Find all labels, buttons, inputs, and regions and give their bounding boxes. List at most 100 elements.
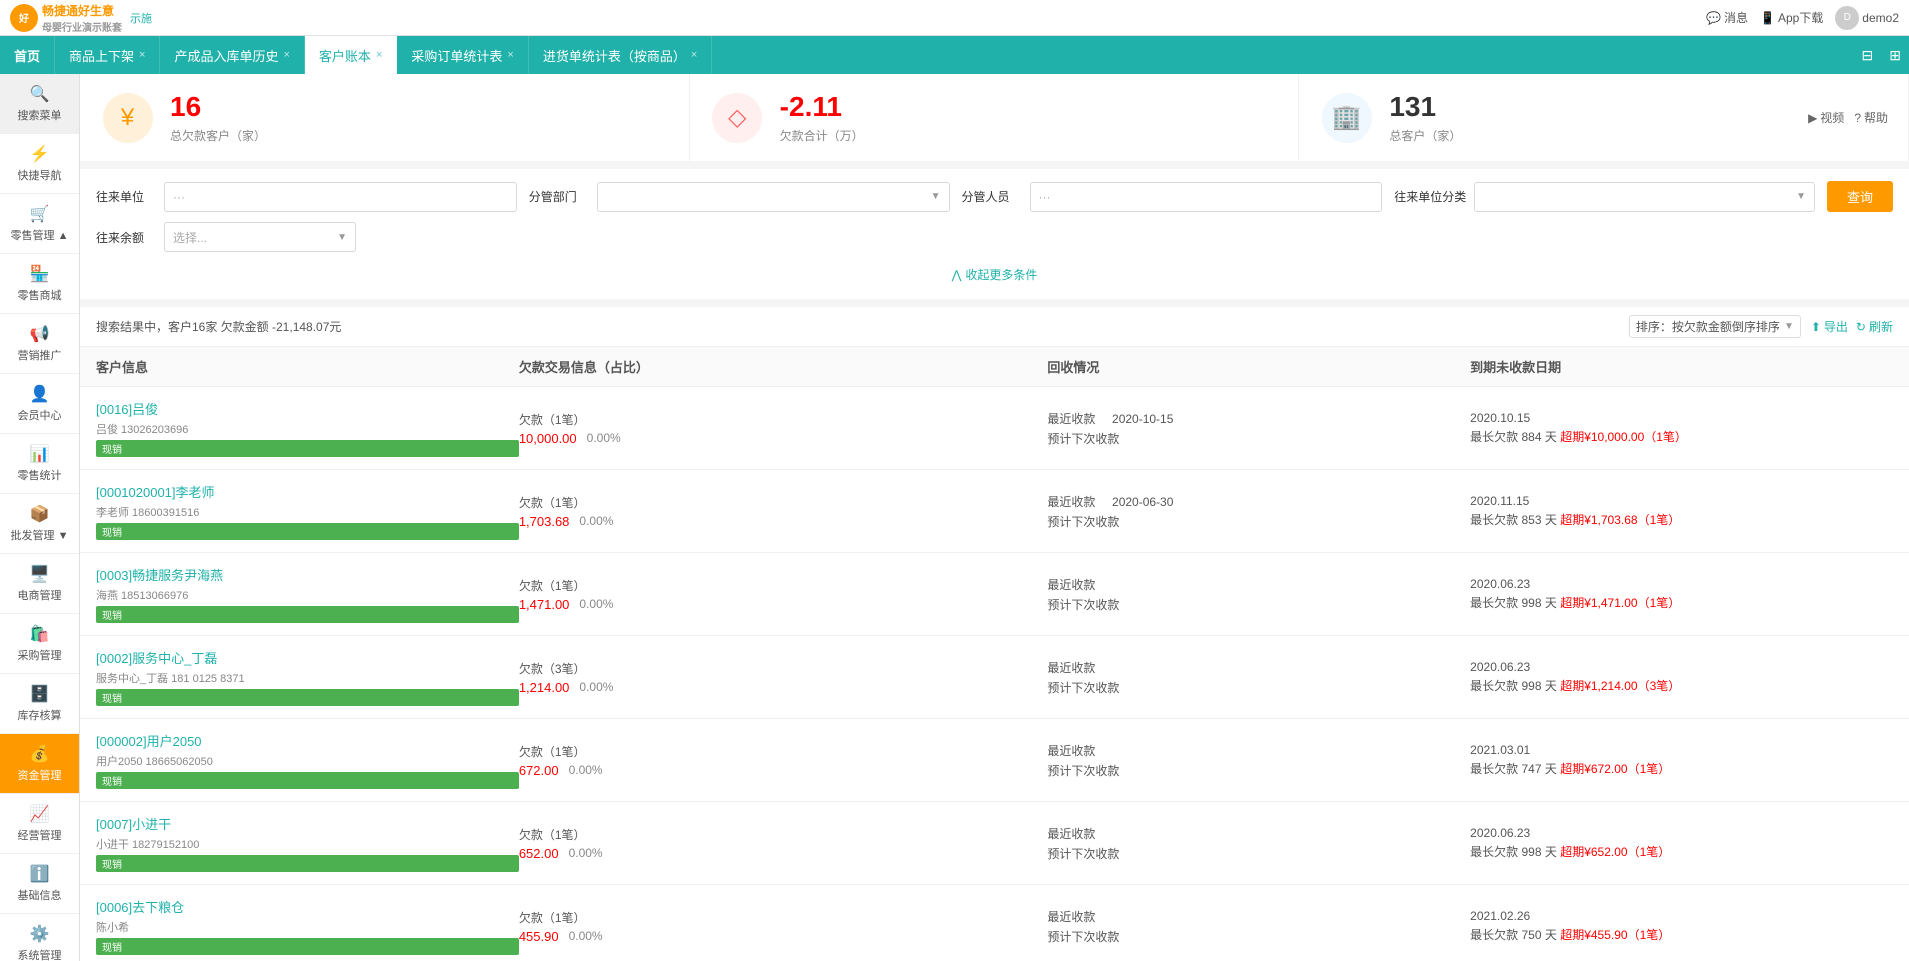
debt-percent-1: 0.00% [587,431,621,445]
overdue-days-1: 最长欠款 884 天 超期¥10,000.00（1笔） [1470,428,1893,445]
sidebar-search-label: 搜索菜单 [18,107,62,123]
sidebar-item-ecommerce[interactable]: 🖥️ 电商管理 [0,554,79,614]
message-btn[interactable]: 💬 消息 [1706,9,1748,26]
table-row: [0003]畅捷服务尹海燕 海燕 18513066976 现销 欠款（1笔） 1… [80,553,1909,636]
customer-name-5[interactable]: [000002]用户2050 [96,731,519,750]
table-row: [0006]去下粮仓 陈小希 现销 欠款（1笔） 455.90 0.00% 最近… [80,885,1909,961]
overdue-link-2[interactable]: 超期¥1,703.68（1笔） [1560,513,1680,527]
app-title: 畅捷通好生意 [42,2,122,19]
customer-name-7[interactable]: [0006]去下粮仓 [96,897,519,916]
export-btn[interactable]: ⬆ 导出 [1811,318,1848,335]
stat-label-debt: 欠款合计（万） [780,127,864,144]
person-input[interactable]: ··· [1030,182,1383,212]
sort-select[interactable]: 排序：按欠款金额倒序排序 ▼ [1629,315,1801,338]
sidebar-item-batch-mgmt[interactable]: 📦 批发管理 ▼ [0,494,79,554]
sidebar-item-inventory[interactable]: 🗄️ 库存核算 [0,674,79,734]
customer-tag-6: 现销 [96,855,519,872]
overdue-info-1: 2020.10.15 最长欠款 884 天 超期¥10,000.00（1笔） [1470,411,1893,445]
query-button[interactable]: 查询 [1827,181,1893,212]
debt-count-5: 欠款（1笔） [519,743,1048,760]
help-btn[interactable]: ? 帮助 [1854,109,1888,126]
tabs-expand-icon[interactable]: ⊞ [1881,47,1909,64]
next-collect-6: 预计下次收款 [1047,845,1470,862]
customer-name-6[interactable]: [0007]小进干 [96,814,519,833]
close-icon[interactable]: × [691,49,697,61]
overdue-link-5[interactable]: 超期¥672.00（1笔） [1560,762,1670,776]
message-icon: 💬 [1706,11,1721,25]
tab-purchase-orders[interactable]: 采购订单统计表 × [397,36,528,74]
recovery-info-4: 最近收款 预计下次收款 [1047,659,1470,696]
sidebar-item-ops-mgmt[interactable]: 📈 经营管理 [0,794,79,854]
tab-customer-account[interactable]: 客户账本 × [305,36,397,74]
results-bar: 搜索结果中，客户16家 欠款金额 -21,148.07元 排序：按欠款金额倒序排… [80,307,1909,347]
filter-balance-label: 往来余额 [96,229,156,246]
video-btn[interactable]: ▶ 视频 [1808,109,1844,126]
next-collect-5: 预计下次收款 [1047,762,1470,779]
filter-area: 往来单位 ··· 分管部门 ▼ 分管人员 ··· [80,169,1909,299]
sidebar-item-retail-mgmt[interactable]: 🛒 零售管理 ▲ [0,194,79,254]
stat-card-debt: ◇ -2.11 欠款合计（万） [690,74,1300,161]
col-due-date: 到期未收款日期 [1470,357,1893,376]
sidebar-item-purchase-mgmt[interactable]: 🛍️ 采购管理 [0,614,79,674]
overdue-link-6[interactable]: 超期¥652.00（1笔） [1560,845,1670,859]
user-avatar[interactable]: D demo2 [1835,6,1899,30]
dept-select[interactable]: ▼ [597,182,950,212]
balance-select[interactable]: 选择... ▼ [164,222,356,252]
debt-percent-5: 0.00% [569,763,603,777]
tab-actions: ⊟ ⊞ [1854,36,1909,74]
close-icon[interactable]: × [376,49,382,61]
stat-value-debt: -2.11 [780,91,864,123]
sidebar-item-finance[interactable]: 💰 资金管理 [0,734,79,794]
overdue-date-2: 2020.11.15 [1470,494,1893,508]
tab-product-history[interactable]: 产成品入库单历史 × [160,36,304,74]
sidebar-item-retail-mall[interactable]: 🏪 零售商城 [0,254,79,314]
chevron-down-icon: ▼ [337,232,347,243]
unit-category-select[interactable]: ▼ [1474,182,1815,212]
sidebar-item-quick-nav[interactable]: ⚡ 快捷导航 [0,134,79,194]
stat-content-3: 131 总客户（家） [1389,91,1461,144]
sidebar-toggle[interactable]: 示施 [130,10,152,26]
overdue-link-7[interactable]: 超期¥455.90（1笔） [1560,928,1670,942]
customer-phone-5: 用户2050 18665062050 [96,753,519,769]
debt-count-4: 欠款（3笔） [519,660,1048,677]
table-row: [000002]用户2050 用户2050 18665062050 现销 欠款（… [80,719,1909,802]
stat-card-total: 🏢 131 总客户（家） ▶ 视频 ? 帮助 [1299,74,1909,161]
customer-name-3[interactable]: [0003]畅捷服务尹海燕 [96,565,519,584]
refresh-btn[interactable]: ↻ 刷新 [1856,318,1893,335]
overdue-link-4[interactable]: 超期¥1,214.00（3笔） [1560,679,1680,693]
sidebar-item-search-menu[interactable]: 🔍 搜索菜单 [0,74,79,134]
sidebar-item-retail-stats[interactable]: 📊 零售统计 [0,434,79,494]
sidebar-item-marketing[interactable]: 📢 营销推广 [0,314,79,374]
close-icon[interactable]: × [139,49,145,61]
tab-home[interactable]: 首页 [0,36,55,74]
video-icon: ▶ [1808,111,1817,125]
overdue-link-3[interactable]: 超期¥1,471.00（1笔） [1560,596,1680,610]
system-mgmt-icon: ⚙️ [30,924,50,944]
customer-name-1[interactable]: [0016]吕俊 [96,399,519,418]
diamond-icon: ◇ [712,93,762,143]
tab-products-offline[interactable]: 商品上下架 × [55,36,160,74]
customer-info-5: [000002]用户2050 用户2050 18665062050 现销 [96,731,519,789]
customer-name-4[interactable]: [0002]服务中心_丁磊 [96,648,519,667]
sidebar-item-system-mgmt[interactable]: ⚙️ 系统管理 [0,914,79,961]
close-icon[interactable]: × [507,49,513,61]
customer-name-2[interactable]: [0001020001]李老师 [96,482,519,501]
top-bar-left: 好 畅捷通好生意 母婴行业演示账套 示施 [10,2,152,34]
app-download-btn[interactable]: 📱 App下载 [1760,9,1823,26]
overdue-days-7: 最长欠款 750 天 超期¥455.90（1笔） [1470,926,1893,943]
action-buttons: ⬆ 导出 ↻ 刷新 [1811,318,1893,335]
collapse-filters-btn[interactable]: ⋀ 收起更多条件 [96,262,1893,287]
close-icon[interactable]: × [283,49,289,61]
overdue-link-1[interactable]: 超期¥10,000.00（1笔） [1560,430,1687,444]
sidebar-item-basic-info[interactable]: ℹ️ 基础信息 [0,854,79,914]
stat-icon-2: ◇ [710,90,765,145]
source-unit-input[interactable]: ··· [164,182,517,212]
overdue-date-7: 2021.02.26 [1470,909,1893,923]
filter-unit-category: 往来单位分类 ▼ [1394,182,1815,212]
tab-purchase-stats[interactable]: 进货单统计表（按商品） × [529,36,712,74]
debt-percent-7: 0.00% [569,929,603,943]
overdue-info-2: 2020.11.15 最长欠款 853 天 超期¥1,703.68（1笔） [1470,494,1893,528]
overdue-date-5: 2021.03.01 [1470,743,1893,757]
sidebar-item-member-center[interactable]: 👤 会员中心 [0,374,79,434]
tabs-collapse-icon[interactable]: ⊟ [1854,47,1882,64]
